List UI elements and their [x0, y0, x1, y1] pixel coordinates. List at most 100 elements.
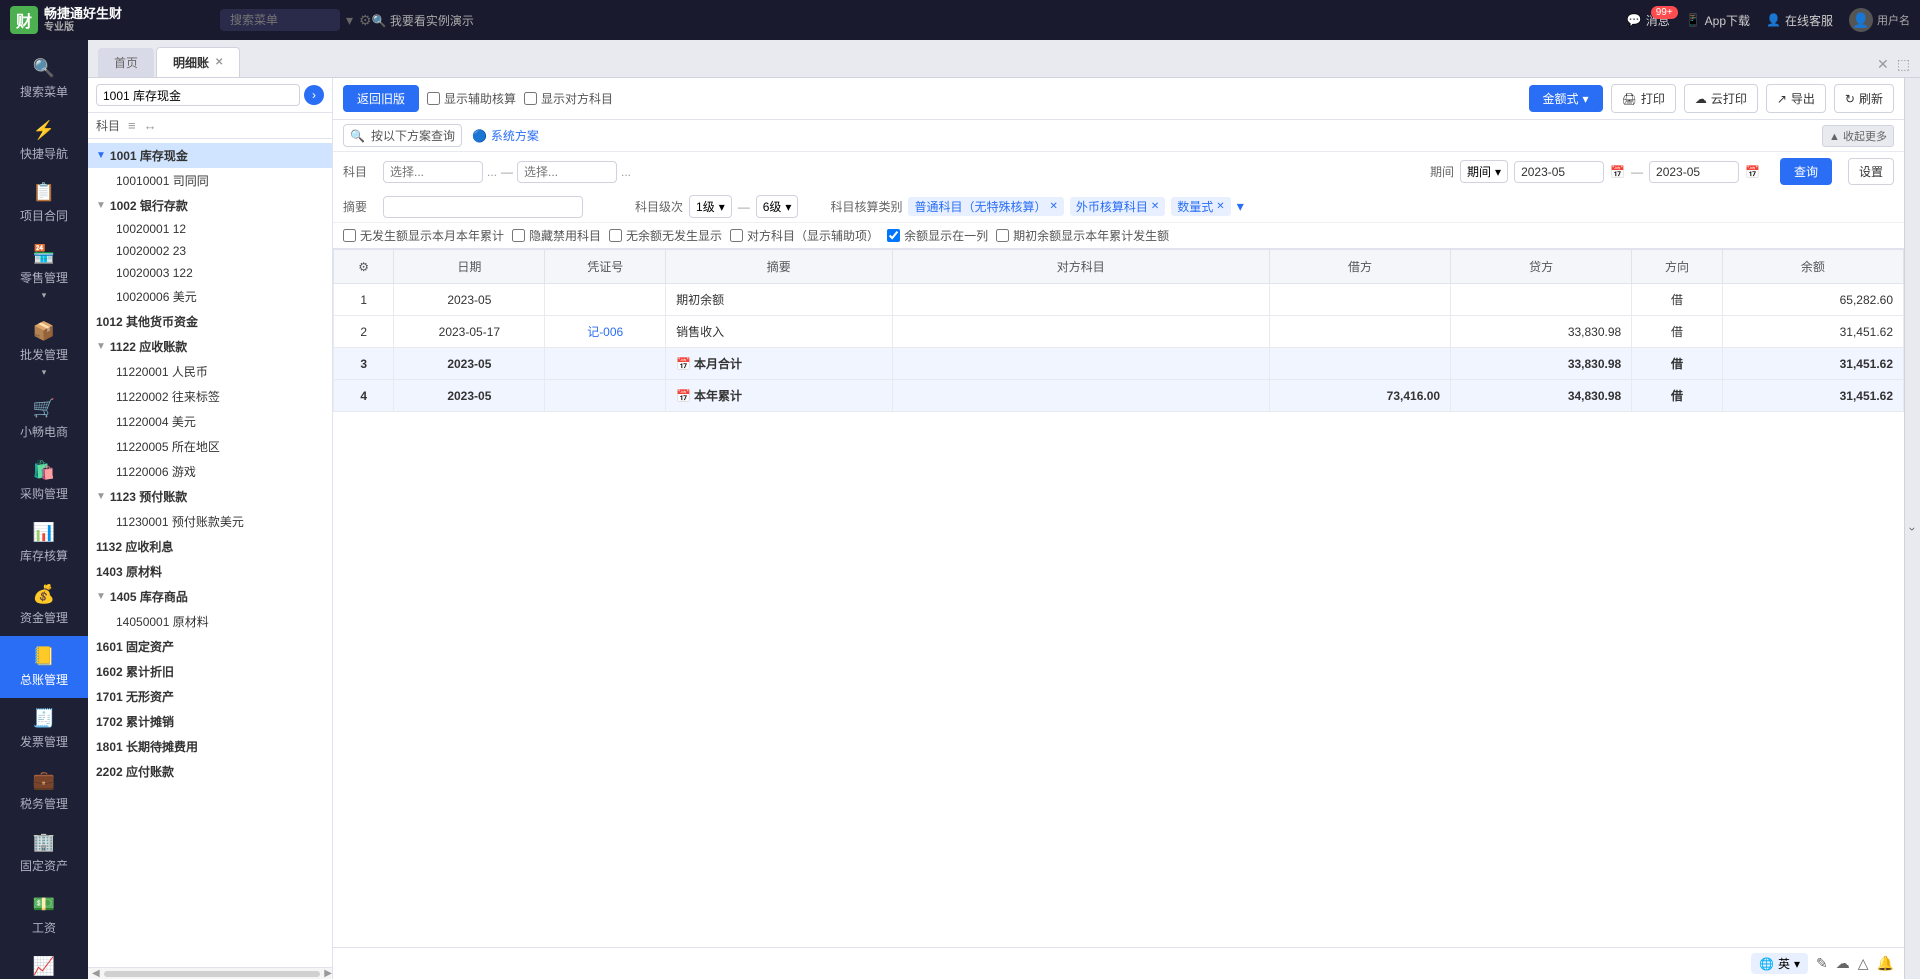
filter-sort-btn[interactable]: 🔍 按以下方案查询 [343, 124, 462, 147]
sidebar-item-management[interactable]: 📈 经营管理 [0, 946, 88, 979]
tree-item-10010001[interactable]: 10010001 司同同 [88, 168, 332, 193]
tag-quantity[interactable]: 数量式 ✕ [1171, 197, 1230, 216]
tree-item-11220004[interactable]: 11220004 美元 [88, 409, 332, 434]
tree-item-11220005[interactable]: 11220005 所在地区 [88, 434, 332, 459]
filter-settings-btn[interactable]: 设置 [1848, 158, 1894, 185]
triangle-icon[interactable]: △ [1858, 955, 1869, 972]
account-nav-btn[interactable]: › [304, 85, 324, 105]
show-aux-checkbox[interactable] [427, 92, 440, 105]
cloud-print-btn[interactable]: ☁ 云打印 [1684, 84, 1758, 113]
tree-item-1012[interactable]: 1012 其他货币资金 [88, 309, 332, 334]
lang-switcher[interactable]: 🌐 英 ▾ [1751, 953, 1808, 974]
tag-foreign-close[interactable]: ✕ [1151, 201, 1159, 212]
tree-item-10020002[interactable]: 10020002 23 [88, 240, 332, 262]
settings-icon[interactable]: ⚙ [358, 260, 369, 274]
sidebar-item-project[interactable]: 📋 项目合同 [0, 172, 88, 234]
tree-item-10020003[interactable]: 10020003 122 [88, 262, 332, 284]
tag-normal-close[interactable]: ✕ [1049, 201, 1057, 212]
amount-mode-btn[interactable]: 金额式 ▾ [1529, 85, 1603, 112]
sidebar-item-inventory[interactable]: 📊 库存核算 [0, 512, 88, 574]
print-btn[interactable]: 🖨 打印 [1611, 84, 1676, 113]
option-no-amount[interactable]: 无发生额显示本月本年累计 [343, 227, 504, 244]
account-expand-icon[interactable]: ↔ [144, 118, 157, 133]
subject-type-dropdown[interactable]: ▾ [1237, 198, 1244, 215]
online-service-btn[interactable]: 👤 在线客服 [1766, 12, 1833, 29]
sidebar-item-invoice[interactable]: 🧾 发票管理 [0, 698, 88, 760]
option-opening-checkbox[interactable] [996, 229, 1009, 242]
topbar-settings-icon[interactable]: ⚙ [359, 12, 372, 29]
period-calendar-start[interactable]: 📅 [1610, 165, 1625, 179]
app-download-btn[interactable]: 📱 App下载 [1686, 12, 1750, 29]
option-hide-disabled[interactable]: 隐藏禁用科目 [512, 227, 601, 244]
window-expand-btn[interactable]: ⬚ [1897, 56, 1910, 73]
sidebar-item-search[interactable]: 🔍 搜索菜单 [0, 48, 88, 110]
right-edge-collapse[interactable]: › [1904, 78, 1920, 979]
option-no-balance[interactable]: 无余额无发生显示 [609, 227, 722, 244]
tab-detail[interactable]: 明细账 ✕ [156, 47, 240, 77]
tree-item-1702[interactable]: 1702 累计摊销 [88, 709, 332, 734]
tree-item-1001[interactable]: ▼ 1001 库存现金 [88, 143, 332, 168]
tree-item-11220006[interactable]: 11220006 游戏 [88, 459, 332, 484]
tree-item-1602[interactable]: 1602 累计折旧 [88, 659, 332, 684]
system-plan-area[interactable]: 🔵 系统方案 [472, 127, 539, 144]
tag-foreign[interactable]: 外币核算科目 ✕ [1070, 197, 1165, 216]
tree-item-1123[interactable]: ▼ 1123 预付账款 [88, 484, 332, 509]
tree-item-2202[interactable]: 2202 应付账款 [88, 759, 332, 784]
tree-item-1405[interactable]: ▼ 1405 库存商品 [88, 584, 332, 609]
sidebar-item-purchase[interactable]: 🛍️ 采购管理 [0, 450, 88, 512]
tree-item-11220001[interactable]: 11220001 人民币 [88, 359, 332, 384]
sidebar-item-tax[interactable]: 💼 税务管理 [0, 760, 88, 822]
tree-item-1701[interactable]: 1701 无形资产 [88, 684, 332, 709]
sidebar-item-quick[interactable]: ⚡ 快捷导航 [0, 110, 88, 172]
summary-input[interactable] [383, 196, 583, 218]
tree-item-1801[interactable]: 1801 长期待摊费用 [88, 734, 332, 759]
cloud-icon[interactable]: ☁ [1836, 955, 1850, 972]
user-area[interactable]: 👤 用户名 [1849, 8, 1910, 32]
tab-home[interactable]: 首页 [98, 48, 154, 77]
collapse-btn[interactable]: ▲ 收起更多 [1822, 125, 1894, 147]
show-contra-checkbox-label[interactable]: 显示对方科目 [524, 90, 613, 107]
voucher-link-2[interactable]: 记-006 [587, 325, 623, 339]
tree-item-1122[interactable]: ▼ 1122 应收账款 [88, 334, 332, 359]
tree-item-1601[interactable]: 1601 固定资产 [88, 634, 332, 659]
tree-item-11230001[interactable]: 11230001 预付账款美元 [88, 509, 332, 534]
tree-item-1403[interactable]: 1403 原材料 [88, 559, 332, 584]
tree-item-1002[interactable]: ▼ 1002 银行存款 [88, 193, 332, 218]
tag-normal[interactable]: 普通科目（无特殊核算） ✕ [908, 197, 1063, 216]
sidebar-item-payroll[interactable]: 💵 工资 [0, 884, 88, 946]
period-start-input[interactable] [1514, 161, 1604, 183]
period-end-input[interactable] [1649, 161, 1739, 183]
window-close-btn[interactable]: ✕ [1877, 56, 1889, 73]
option-contra-checkbox[interactable] [730, 229, 743, 242]
tree-item-1132[interactable]: 1132 应收利息 [88, 534, 332, 559]
option-no-balance-checkbox[interactable] [609, 229, 622, 242]
notification-area[interactable]: 💬 消息 99+ [1627, 12, 1670, 29]
sidebar-item-ecommerce[interactable]: 🛒 小畅电商 [0, 388, 88, 450]
edit-icon[interactable]: ✎ [1816, 955, 1828, 972]
account-list-view-icon[interactable]: ≡ [128, 118, 136, 133]
tree-item-11220002[interactable]: 11220002 往来标签 [88, 384, 332, 409]
account-hscrollbar[interactable]: ◀ ▶ [88, 967, 332, 979]
option-contra[interactable]: 对方科目（显示辅助项） [730, 227, 879, 244]
refresh-btn[interactable]: ↻ 刷新 [1834, 84, 1894, 113]
tab-close-icon[interactable]: ✕ [215, 57, 223, 68]
bell-icon[interactable]: 🔔 [1877, 955, 1894, 972]
option-balance-col[interactable]: 余额显示在一列 [887, 227, 988, 244]
sidebar-item-assets[interactable]: 🏢 固定资产 [0, 822, 88, 884]
query-btn[interactable]: 查询 [1780, 158, 1832, 185]
option-no-amount-checkbox[interactable] [343, 229, 356, 242]
period-mode-select[interactable]: 期间 ▾ [1460, 160, 1508, 183]
sidebar-item-ledger[interactable]: 📒 总账管理 [0, 636, 88, 698]
sidebar-item-wholesale[interactable]: 📦 批发管理 ▾ [0, 311, 88, 388]
tree-item-14050001[interactable]: 14050001 原材料 [88, 609, 332, 634]
level-start-select[interactable]: 1级 ▾ [689, 195, 732, 218]
show-aux-checkbox-label[interactable]: 显示辅助核算 [427, 90, 516, 107]
export-btn[interactable]: ↗ 导出 [1766, 84, 1826, 113]
option-hide-disabled-checkbox[interactable] [512, 229, 525, 242]
return-old-btn[interactable]: 返回旧版 [343, 85, 419, 112]
account-search-input[interactable] [96, 84, 300, 106]
option-balance-col-checkbox[interactable] [887, 229, 900, 242]
show-contra-checkbox[interactable] [524, 92, 537, 105]
tree-item-10020001[interactable]: 10020001 12 [88, 218, 332, 240]
level-end-select[interactable]: 6级 ▾ [756, 195, 799, 218]
